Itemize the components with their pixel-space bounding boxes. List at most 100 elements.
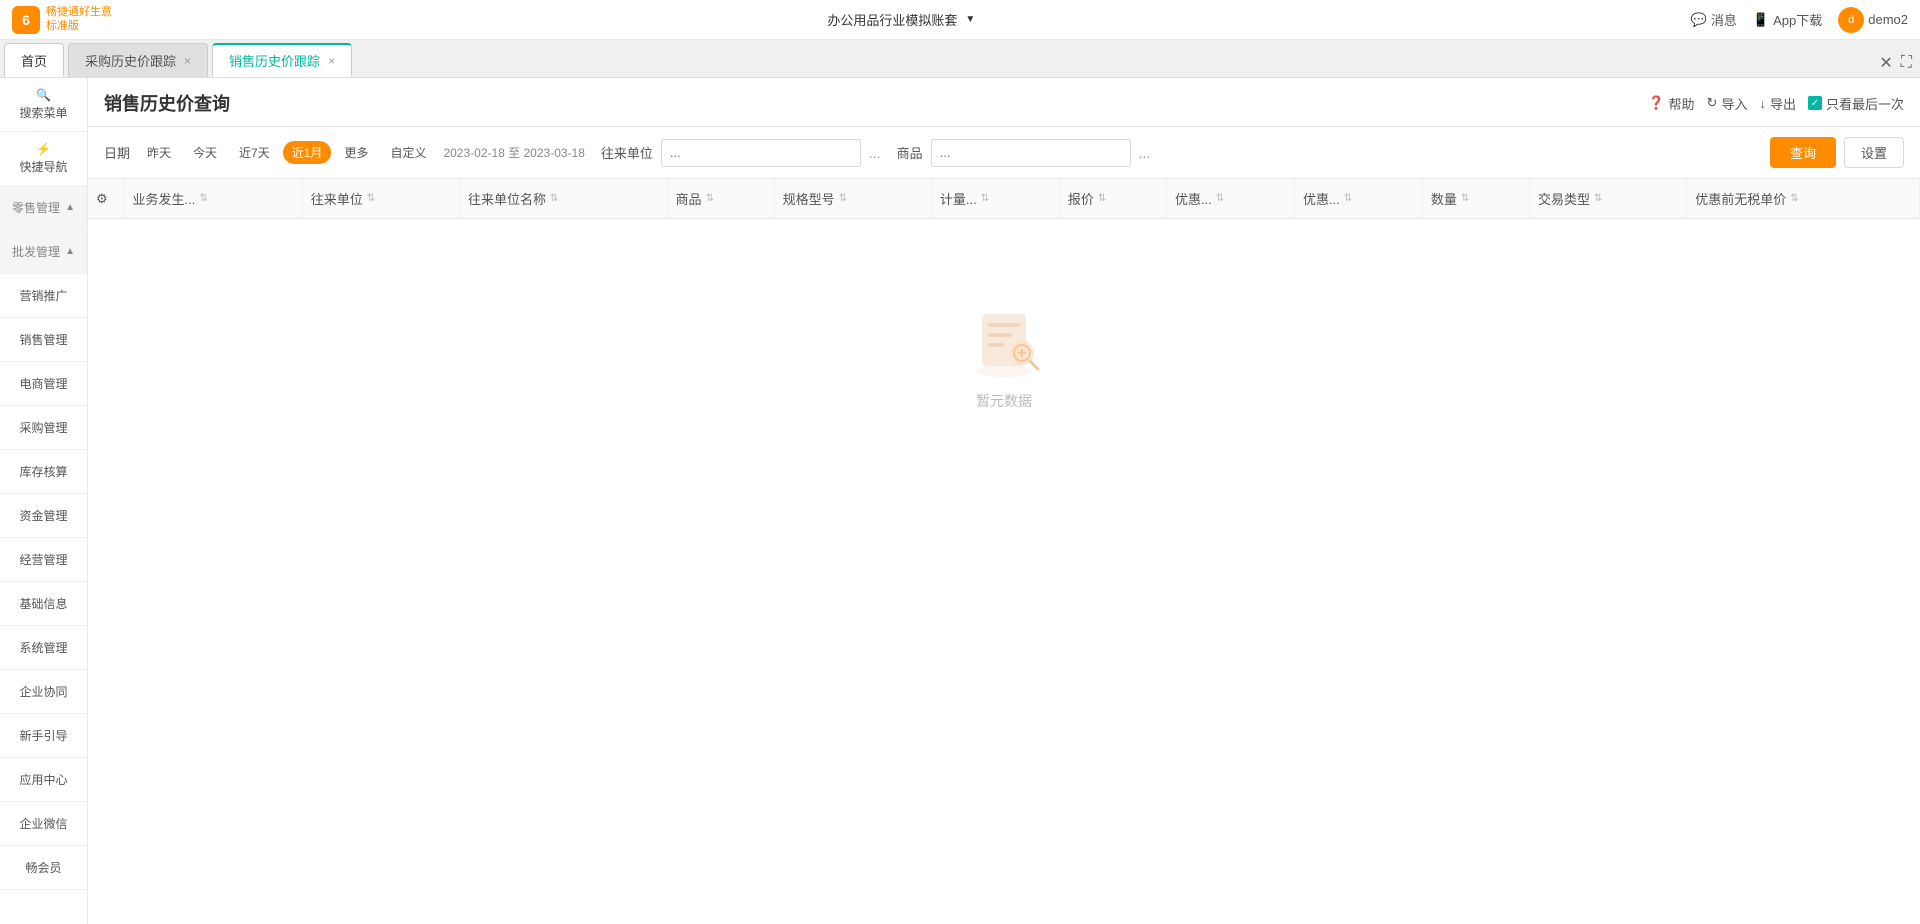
sidebar-item-beginner[interactable]: 新手引导 [0,714,87,758]
page-title: 销售历史价查询 [104,90,230,116]
page-actions: ❓ 帮助 ↻ 导入 ↓ 导出 ✓ 只看最后一次 [1648,94,1904,113]
empty-state: 暂元数据 [88,219,1920,491]
app-selector[interactable]: 办公用品行业模拟账套 ▼ [827,10,975,29]
goods-filter-group: 商品 ... [897,139,1151,167]
logo-area: 6 畅捷通好生意 标准版 [12,6,112,34]
sort-icon-4: ⇅ [706,193,714,204]
sidebar-item-vip[interactable]: 畅会员 [0,846,87,890]
table-header-trade-type[interactable]: 交易类型 ⇅ [1529,179,1686,219]
sidebar-item-inventory[interactable]: 库存核算 [0,450,87,494]
sort-icon-5: ⇅ [839,193,847,204]
user-menu[interactable]: d demo2 [1838,7,1908,33]
date-btn-7days[interactable]: 近7天 [230,141,279,164]
sidebar-item-basics[interactable]: 基础信息 [0,582,87,626]
export-button[interactable]: ↓ 导出 [1759,94,1796,113]
date-btn-custom[interactable]: 自定义 [381,141,435,164]
sidebar-item-purchase[interactable]: 采购管理 [0,406,87,450]
sidebar-section-wholesale[interactable]: 批发管理 ▲ [0,230,87,274]
date-buttons: 昨天 今天 近7天 近1月 更多 自定义 [138,141,435,164]
download-icon: 📱 [1753,12,1769,28]
app-download-button[interactable]: 📱 App下载 [1753,10,1822,29]
table-header-spec[interactable]: 规格型号 ⇅ [774,179,931,219]
empty-state-text: 暂元数据 [976,391,1032,411]
table-header-discount2[interactable]: 优惠... ⇅ [1294,179,1422,219]
sidebar-item-enterprise-wechat[interactable]: 企业微信 [0,802,87,846]
sort-icon-7: ⇅ [1098,193,1106,204]
table-header-quote[interactable]: 报价 ⇅ [1059,179,1166,219]
partner-input[interactable] [661,139,861,167]
topbar-right: 💬 消息 📱 App下载 d demo2 [1691,7,1908,33]
tabbar: 首页 采购历史价跟踪 × 销售历史价跟踪 × ✕ ⛶ [0,40,1920,78]
page-title-row: 销售历史价查询 ❓ 帮助 ↻ 导入 ↓ 导出 ✓ [104,90,1904,116]
partner-filter-label: 往来单位 [601,143,653,162]
date-btn-1month[interactable]: 近1月 [283,141,332,164]
tabbar-actions: ✕ ⛶ [1879,53,1920,77]
sort-icon-9: ⇅ [1344,193,1352,204]
filter-bar: 日期 昨天 今天 近7天 近1月 更多 自定义 2023-02-18 至 202… [88,127,1920,179]
query-button[interactable]: 查询 [1770,137,1836,168]
sort-icon-10: ⇅ [1461,193,1469,204]
sort-icon-3: ⇅ [550,193,558,204]
sidebar-item-quick-nav[interactable]: ⚡ 快捷导航 [0,132,87,186]
table-header-settings[interactable]: ⚙ [88,179,124,219]
sidebar-item-system[interactable]: 系统管理 [0,626,87,670]
sidebar-item-finance[interactable]: 资金管理 [0,494,87,538]
table-header-partner-name[interactable]: 往来单位名称 ⇅ [460,179,668,219]
filter-right-actions: 查询 设置 [1770,137,1904,168]
message-button[interactable]: 💬 消息 [1691,10,1737,29]
table-header-qty[interactable]: 数量 ⇅ [1422,179,1529,219]
date-btn-today[interactable]: 今天 [184,141,226,164]
empty-state-icon [964,299,1044,379]
sort-icon-2: ⇅ [367,193,375,204]
only-last-toggle[interactable]: ✓ 只看最后一次 [1808,94,1904,113]
table-header-pretax-price[interactable]: 优惠前无税单价 ⇅ [1687,179,1920,219]
tab-sales-history[interactable]: 销售历史价跟踪 × [212,43,352,77]
table-header-unit[interactable]: 计量... ⇅ [931,179,1059,219]
sidebar-item-search[interactable]: 🔍 搜索菜单 [0,78,87,132]
table-header-goods[interactable]: 商品 ⇅ [667,179,774,219]
import-button[interactable]: ↻ 导入 [1707,94,1748,113]
logo-text: 畅捷通好生意 标准版 [46,6,112,32]
goods-input[interactable] [931,139,1131,167]
main-layout: 🔍 搜索菜单 ⚡ 快捷导航 零售管理 ▲ 批发管理 ▲ 营销推广 销售管理 电商… [0,78,1920,924]
close-tab2-button[interactable]: × [328,54,335,68]
search-icon: 🔍 [36,88,51,102]
goods-more-icon[interactable]: ... [1139,145,1151,161]
settings-button[interactable]: 设置 [1844,137,1904,168]
export-icon: ↓ [1759,96,1766,111]
table-header-biz-date[interactable]: 业务发生... ⇅ [124,179,302,219]
sidebar-item-marketing[interactable]: 营销推广 [0,274,87,318]
date-btn-more[interactable]: 更多 [335,141,377,164]
table-header-partner-code[interactable]: 往来单位 ⇅ [302,179,459,219]
date-range-display: 2023-02-18 至 2023-03-18 [443,144,584,161]
checkbox-checked-icon: ✓ [1808,96,1822,110]
partner-filter-group: 往来单位 ... [601,139,881,167]
date-filter-group: 日期 昨天 今天 近7天 近1月 更多 自定义 2023-02-18 至 202… [104,141,585,164]
close-all-tabs-button[interactable]: ✕ [1879,53,1892,73]
tab-purchase-history[interactable]: 采购历史价跟踪 × [68,43,208,77]
tab-home[interactable]: 首页 [4,43,64,77]
help-icon: ❓ [1648,95,1664,111]
close-tab1-button[interactable]: × [184,54,191,68]
table-header-discount1[interactable]: 优惠... ⇅ [1166,179,1294,219]
partner-more-icon[interactable]: ... [869,145,881,161]
sort-icon: ⇅ [199,193,207,204]
chevron-up-icon: ▲ [65,202,75,213]
data-table: ⚙ 业务发生... ⇅ 往来单位 ⇅ [88,179,1920,219]
gear-icon: ⚙ [96,191,108,206]
topbar-left: 6 畅捷通好生意 标准版 [12,6,112,34]
sidebar-item-enterprise-collab[interactable]: 企业协同 [0,670,87,714]
maximize-button[interactable]: ⛶ [1901,54,1912,72]
chevron-up-icon-2: ▲ [65,246,75,257]
sidebar-section-retail[interactable]: 零售管理 ▲ [0,186,87,230]
sidebar-item-app-center[interactable]: 应用中心 [0,758,87,802]
help-button[interactable]: ❓ 帮助 [1648,94,1694,113]
sidebar-item-ecommerce[interactable]: 电商管理 [0,362,87,406]
page-header: 销售历史价查询 ❓ 帮助 ↻ 导入 ↓ 导出 ✓ [88,78,1920,127]
sort-icon-11: ⇅ [1594,193,1602,204]
sort-icon-12: ⇅ [1790,193,1798,204]
sort-icon-8: ⇅ [1216,193,1224,204]
sidebar-item-sales[interactable]: 销售管理 [0,318,87,362]
date-btn-yesterday[interactable]: 昨天 [138,141,180,164]
sidebar-item-operations[interactable]: 经营管理 [0,538,87,582]
